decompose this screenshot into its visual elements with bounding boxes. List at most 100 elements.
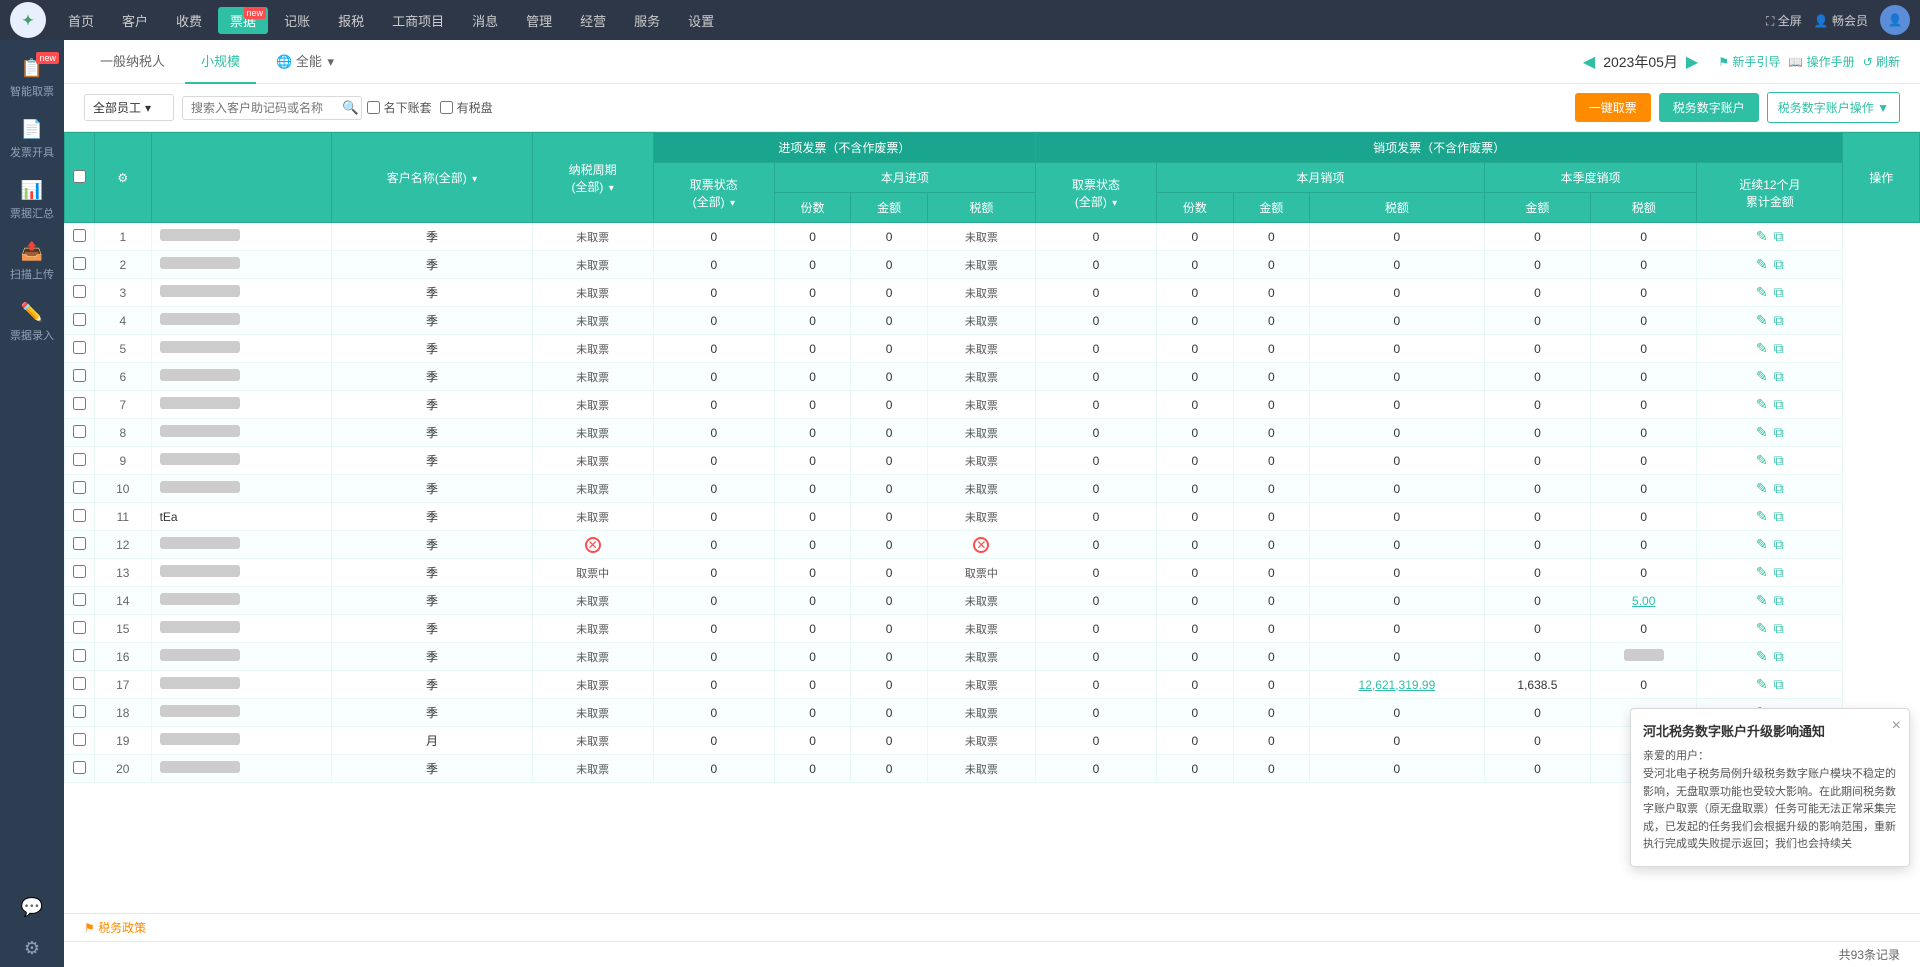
copy-icon[interactable]: ⧉ — [1774, 508, 1784, 525]
row-checkbox[interactable] — [73, 565, 86, 578]
search-input[interactable] — [182, 96, 362, 120]
copy-icon[interactable]: ⧉ — [1774, 564, 1784, 581]
edit-icon[interactable]: ✎ — [1756, 340, 1768, 357]
period-next-btn[interactable]: ▶ — [1686, 52, 1698, 72]
popup-close-btn[interactable]: × — [1892, 717, 1901, 735]
copy-icon[interactable]: ⧉ — [1774, 284, 1784, 301]
row-checkbox[interactable] — [73, 397, 86, 410]
digital-account-ops-btn[interactable]: 税务数字账户操作 ▼ — [1767, 92, 1900, 123]
nav-manage[interactable]: 管理 — [514, 7, 564, 34]
edit-icon[interactable]: ✎ — [1756, 452, 1768, 469]
row-checkbox[interactable] — [73, 453, 86, 466]
nav-service[interactable]: 服务 — [622, 7, 672, 34]
copy-icon[interactable]: ⧉ — [1774, 368, 1784, 385]
row-checkbox[interactable] — [73, 649, 86, 662]
row-checkbox[interactable] — [73, 369, 86, 382]
tab-general[interactable]: 一般纳税人 — [84, 40, 181, 84]
tab-all[interactable]: 🌐 全能 ▾ — [260, 40, 350, 84]
row-checkbox[interactable] — [73, 509, 86, 522]
cumulative-val[interactable]: 5.00 — [1632, 594, 1655, 608]
sidebar-item-summary[interactable]: 📊 票据汇总 — [3, 172, 61, 229]
edit-icon[interactable]: ✎ — [1756, 620, 1768, 637]
user-avatar[interactable]: 👤 — [1880, 5, 1910, 35]
copy-icon[interactable]: ⧉ — [1774, 424, 1784, 441]
row-checkbox[interactable] — [73, 537, 86, 550]
sidebar-item-smart-ticket[interactable]: 📋 智能取票 new — [3, 50, 61, 107]
nav-tax[interactable]: 报税 — [326, 7, 376, 34]
manual-btn[interactable]: 📖 操作手册 — [1788, 53, 1854, 70]
sidebar-item-chat[interactable]: 💬 — [3, 889, 61, 926]
app-logo[interactable]: ✦ — [10, 2, 46, 38]
new-guide-btn[interactable]: ⚑ 新手引导 — [1718, 53, 1780, 70]
row-checkbox[interactable] — [73, 425, 86, 438]
taxpad-checkbox[interactable] — [440, 101, 453, 114]
row-checkbox[interactable] — [73, 593, 86, 606]
nav-operation[interactable]: 经营 — [568, 7, 618, 34]
copy-icon[interactable]: ⧉ — [1774, 620, 1784, 637]
sidebar-item-scan[interactable]: 📤 扫描上传 — [3, 233, 61, 290]
nav-message[interactable]: 消息 — [460, 7, 510, 34]
edit-icon[interactable]: ✎ — [1756, 284, 1768, 301]
taxpad-checkbox-label[interactable]: 有税盘 — [440, 99, 493, 116]
copy-icon[interactable]: ⧉ — [1774, 228, 1784, 245]
row-checkbox[interactable] — [73, 761, 86, 774]
copy-icon[interactable]: ⧉ — [1774, 592, 1784, 609]
fetch-tickets-btn[interactable]: 一键取票 — [1575, 93, 1651, 122]
copy-icon[interactable]: ⧉ — [1774, 452, 1784, 469]
copy-icon[interactable]: ⧉ — [1774, 676, 1784, 693]
account-checkbox[interactable] — [367, 101, 380, 114]
account-checkbox-label[interactable]: 名下账套 — [367, 99, 432, 116]
edit-icon[interactable]: ✎ — [1756, 228, 1768, 245]
copy-icon[interactable]: ⧉ — [1774, 648, 1784, 665]
copy-icon[interactable]: ⧉ — [1774, 396, 1784, 413]
refresh-btn[interactable]: ↺ 刷新 — [1863, 53, 1900, 70]
sidebar-item-entry[interactable]: ✏️ 票据录入 — [3, 294, 61, 351]
copy-icon[interactable]: ⧉ — [1774, 480, 1784, 497]
edit-icon[interactable]: ✎ — [1756, 508, 1768, 525]
copy-icon[interactable]: ⧉ — [1774, 340, 1784, 357]
nav-ticket[interactable]: 票据new — [218, 7, 268, 34]
row-checkbox[interactable] — [73, 621, 86, 634]
nav-fee[interactable]: 收费 — [164, 7, 214, 34]
row-checkbox[interactable] — [73, 677, 86, 690]
fullscreen-btn[interactable]: ⛶ 全屏 — [1766, 12, 1802, 29]
row-checkbox[interactable] — [73, 229, 86, 242]
copy-icon[interactable]: ⧉ — [1774, 536, 1784, 553]
nav-home[interactable]: 首页 — [56, 7, 106, 34]
search-btn[interactable]: 🔍 — [342, 100, 359, 116]
nav-client[interactable]: 客户 — [110, 7, 160, 34]
tab-small[interactable]: 小规模 — [185, 40, 256, 84]
copy-icon[interactable]: ⧉ — [1774, 312, 1784, 329]
edit-icon[interactable]: ✎ — [1756, 480, 1768, 497]
nav-business[interactable]: 工商项目 — [380, 7, 456, 34]
row-checkbox[interactable] — [73, 313, 86, 326]
row-checkbox[interactable] — [73, 257, 86, 270]
edit-icon[interactable]: ✎ — [1756, 648, 1768, 665]
tax-policy-link[interactable]: ⚑ 税务政策 — [84, 919, 146, 936]
edit-icon[interactable]: ✎ — [1756, 256, 1768, 273]
row-checkbox[interactable] — [73, 705, 86, 718]
select-all-checkbox[interactable] — [73, 170, 86, 183]
nav-accounting[interactable]: 记账 — [272, 7, 322, 34]
row-checkbox[interactable] — [73, 481, 86, 494]
digital-account-btn[interactable]: 税务数字账户 — [1659, 93, 1759, 122]
sidebar-item-invoice[interactable]: 📄 发票开具 — [3, 111, 61, 168]
season-amount-highlight[interactable]: 12,621,319.99 — [1359, 678, 1436, 692]
edit-icon[interactable]: ✎ — [1756, 312, 1768, 329]
row-checkbox[interactable] — [73, 341, 86, 354]
sidebar-item-gear[interactable]: ⚙ — [3, 930, 61, 967]
edit-icon[interactable]: ✎ — [1756, 592, 1768, 609]
row-checkbox[interactable] — [73, 733, 86, 746]
edit-icon[interactable]: ✎ — [1756, 368, 1768, 385]
edit-icon[interactable]: ✎ — [1756, 424, 1768, 441]
edit-icon[interactable]: ✎ — [1756, 676, 1768, 693]
edit-icon[interactable]: ✎ — [1756, 396, 1768, 413]
vip-btn[interactable]: 👤 畅会员 — [1814, 12, 1868, 29]
edit-icon[interactable]: ✎ — [1756, 564, 1768, 581]
nav-settings[interactable]: 设置 — [676, 7, 726, 34]
employee-select[interactable]: 全部员工 ▾ — [84, 94, 174, 121]
row-checkbox[interactable] — [73, 285, 86, 298]
edit-icon[interactable]: ✎ — [1756, 536, 1768, 553]
copy-icon[interactable]: ⧉ — [1774, 256, 1784, 273]
period-prev-btn[interactable]: ◀ — [1583, 52, 1595, 72]
